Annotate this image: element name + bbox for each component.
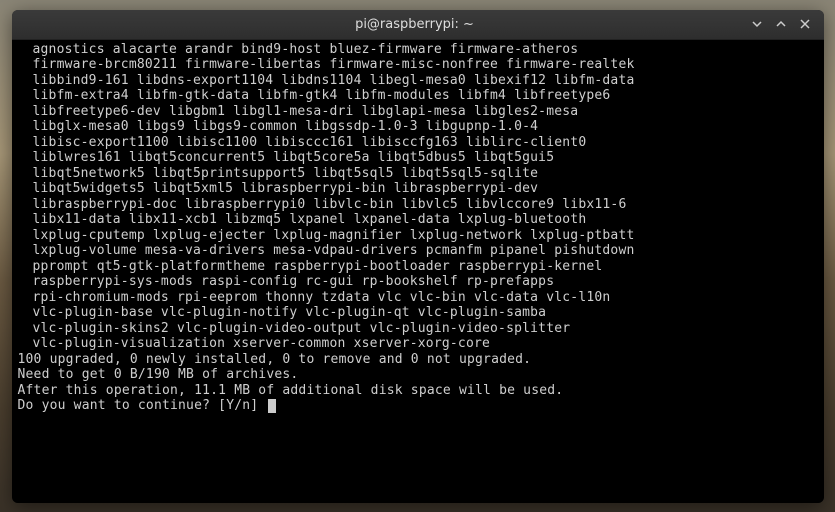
package-line: raspberrypi-sys-mods raspi-config rc-gui…: [33, 274, 818, 290]
package-line: lxplug-volume mesa-va-drivers mesa-vdpau…: [33, 243, 818, 259]
package-line: lxplug-cputemp lxplug-ejecter lxplug-mag…: [33, 228, 818, 244]
status-disk-space: After this operation, 11.1 MB of additio…: [18, 383, 818, 399]
maximize-button[interactable]: [770, 14, 792, 34]
package-line: libqt5widgets5 libqt5xml5 libraspberrypi…: [33, 181, 818, 197]
close-button[interactable]: [794, 14, 816, 34]
package-line: vlc-plugin-base vlc-plugin-notify vlc-pl…: [33, 305, 818, 321]
close-icon: [799, 18, 811, 30]
continue-prompt: Do you want to continue? [Y/n]: [18, 398, 267, 413]
package-line: libraspberrypi-doc libraspberrypi0 libvl…: [33, 197, 818, 213]
package-line: libisc-export1100 libisc1100 libisccc161…: [33, 135, 818, 151]
package-line: libbind9-161 libdns-export1104 libdns110…: [33, 73, 818, 89]
package-line: libx11-data libx11-xcb1 libzmq5 lxpanel …: [33, 212, 818, 228]
status-archives: Need to get 0 B/190 MB of archives.: [18, 367, 818, 383]
package-line: pprompt qt5-gtk-platformtheme raspberryp…: [33, 259, 818, 275]
package-line: libglx-mesa0 libgs9 libgs9-common libgss…: [33, 119, 818, 135]
package-line: firmware-brcm80211 firmware-libertas fir…: [33, 57, 818, 73]
chevron-up-icon: [775, 18, 787, 30]
titlebar: pi@raspberrypi: ~: [12, 10, 824, 40]
window-title: pi@raspberrypi: ~: [84, 17, 746, 32]
minimize-button[interactable]: [746, 14, 768, 34]
package-line: libfm-extra4 libfm-gtk-data libfm-gtk4 l…: [33, 88, 818, 104]
status-upgraded: 100 upgraded, 0 newly installed, 0 to re…: [18, 352, 818, 368]
cursor: [268, 399, 276, 413]
package-line: libqt5network5 libqt5printsupport5 libqt…: [33, 166, 818, 182]
package-line: rpi-chromium-mods rpi-eeprom thonny tzda…: [33, 290, 818, 306]
package-list: agnostics alacarte arandr bind9-host blu…: [18, 42, 818, 352]
package-line: liblwres161 libqt5concurrent5 libqt5core…: [33, 150, 818, 166]
chevron-down-icon: [751, 18, 763, 30]
package-line: libfreetype6-dev libgbm1 libgl1-mesa-dri…: [33, 104, 818, 120]
terminal-output[interactable]: agnostics alacarte arandr bind9-host blu…: [12, 40, 824, 503]
package-line: agnostics alacarte arandr bind9-host blu…: [33, 42, 818, 58]
package-line: vlc-plugin-skins2 vlc-plugin-video-outpu…: [33, 321, 818, 337]
terminal-window: pi@raspberrypi: ~ agnostics alacarte ara…: [12, 10, 824, 503]
package-line: vlc-plugin-visualization xserver-common …: [33, 336, 818, 352]
window-controls: [746, 14, 816, 34]
